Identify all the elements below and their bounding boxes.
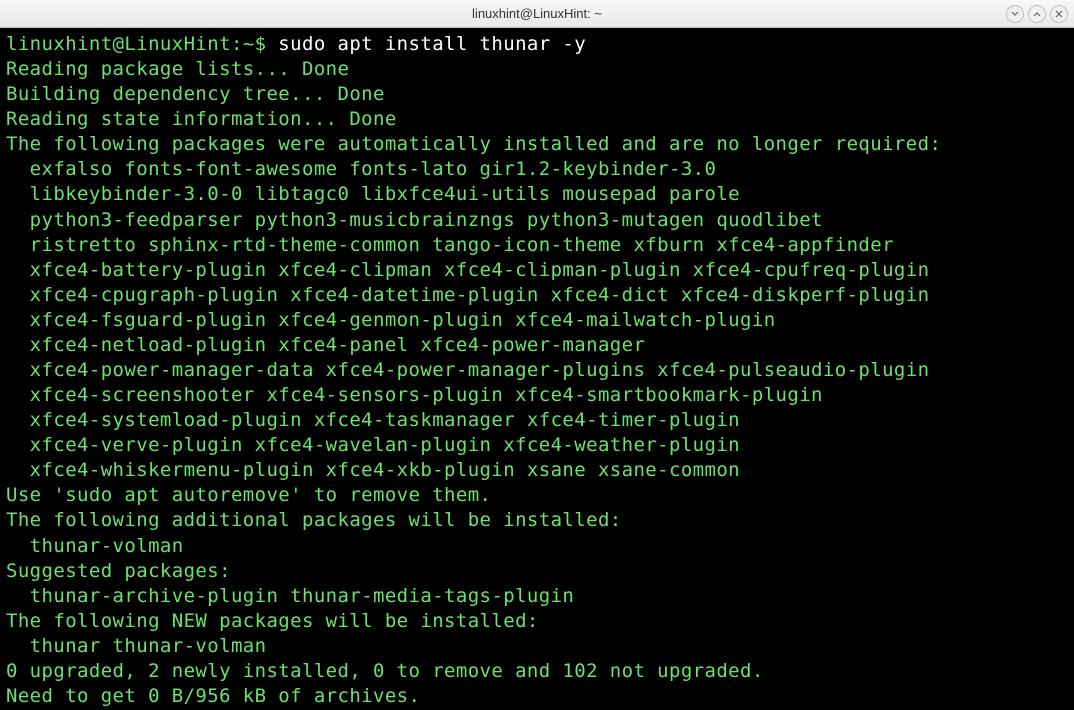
output-line: The following NEW packages will be insta… [6, 609, 1068, 634]
output-line: libkeybinder-3.0-0 libtagc0 libxfce4ui-u… [6, 182, 1068, 207]
shell-command: sudo apt install thunar -y [278, 33, 586, 55]
output-line: xfce4-netload-plugin xfce4-panel xfce4-p… [6, 333, 1068, 358]
output-line: ristretto sphinx-rtd-theme-common tango-… [6, 233, 1068, 258]
close-icon [1054, 9, 1064, 19]
output-line: 0 upgraded, 2 newly installed, 0 to remo… [6, 659, 1068, 684]
terminal-area[interactable]: linuxhint@LinuxHint:~$ sudo apt install … [0, 28, 1074, 710]
output-line: Use 'sudo apt autoremove' to remove them… [6, 483, 1068, 508]
output-line: Reading package lists... Done [6, 57, 1068, 82]
output-line: The following additional packages will b… [6, 508, 1068, 533]
output-line: Reading state information... Done [6, 107, 1068, 132]
shell-prompt: linuxhint@LinuxHint:~$ [6, 33, 278, 55]
window-controls [1006, 5, 1068, 23]
terminal-window: linuxhint@LinuxHint: ~ linuxhint@LinuxHi… [0, 0, 1074, 710]
output-line: xfce4-whiskermenu-plugin xfce4-xkb-plugi… [6, 458, 1068, 483]
output-line: thunar thunar-volman [6, 634, 1068, 659]
output-line: python3-feedparser python3-musicbrainzng… [6, 208, 1068, 233]
output-line: thunar-volman [6, 534, 1068, 559]
output-line: xfce4-verve-plugin xfce4-wavelan-plugin … [6, 433, 1068, 458]
output-line: exfalso fonts-font-awesome fonts-lato gi… [6, 157, 1068, 182]
output-line: Building dependency tree... Done [6, 82, 1068, 107]
output-line: xfce4-systemload-plugin xfce4-taskmanage… [6, 408, 1068, 433]
output-line: Suggested packages: [6, 559, 1068, 584]
titlebar: linuxhint@LinuxHint: ~ [0, 0, 1074, 28]
output-line: xfce4-fsguard-plugin xfce4-genmon-plugin… [6, 308, 1068, 333]
output-line: xfce4-screenshooter xfce4-sensors-plugin… [6, 383, 1068, 408]
output-line: The following packages were automaticall… [6, 132, 1068, 157]
window-title: linuxhint@LinuxHint: ~ [472, 6, 602, 21]
chevron-up-icon [1032, 9, 1042, 19]
output-line: Need to get 0 B/956 kB of archives. [6, 684, 1068, 709]
minimize-button[interactable] [1006, 5, 1024, 23]
output-line: xfce4-power-manager-data xfce4-power-man… [6, 358, 1068, 383]
maximize-button[interactable] [1028, 5, 1046, 23]
prompt-line: linuxhint@LinuxHint:~$ sudo apt install … [6, 32, 1068, 57]
output-line: xfce4-cpugraph-plugin xfce4-datetime-plu… [6, 283, 1068, 308]
chevron-down-icon [1010, 9, 1020, 19]
close-button[interactable] [1050, 5, 1068, 23]
output-line: thunar-archive-plugin thunar-media-tags-… [6, 584, 1068, 609]
output-line: xfce4-battery-plugin xfce4-clipman xfce4… [6, 258, 1068, 283]
